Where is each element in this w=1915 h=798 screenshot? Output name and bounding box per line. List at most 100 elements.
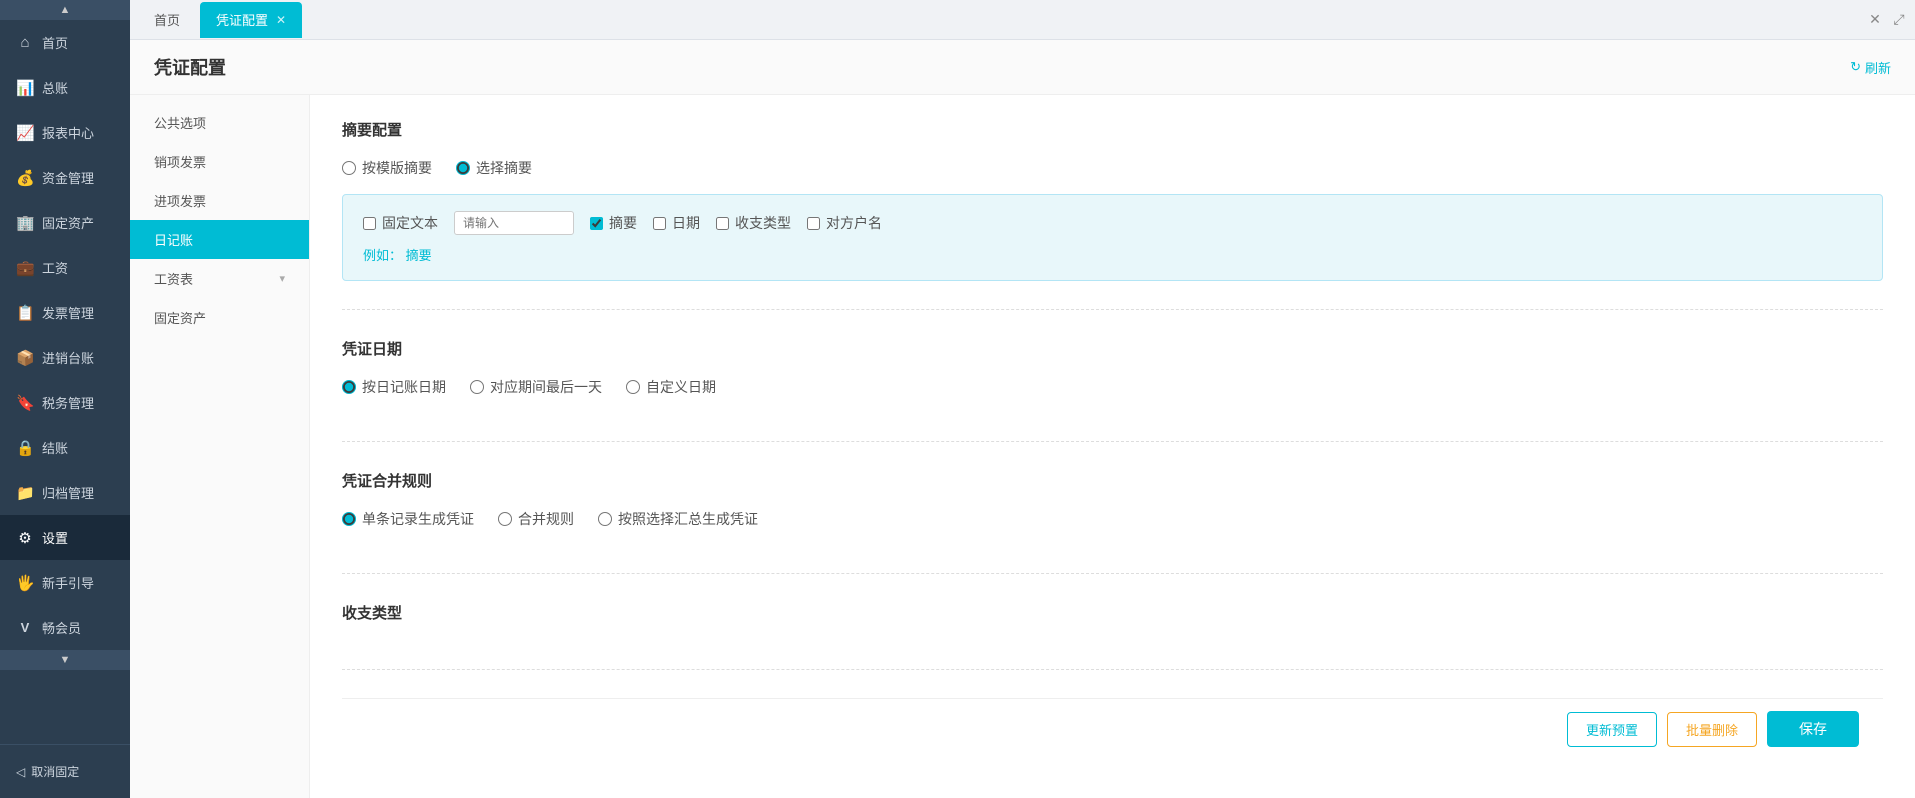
cb-counterparty[interactable] (807, 217, 820, 230)
cb-abstract[interactable] (590, 217, 603, 230)
nav-item-payroll-table[interactable]: 工资表 ▾ (130, 259, 309, 298)
sidebar-item-member[interactable]: V 畅会员 (0, 605, 130, 650)
sidebar-item-archive[interactable]: 📁 归档管理 (0, 470, 130, 515)
tabbar: 首页 凭证配置 ✕ ✕ ⤢ (130, 0, 1915, 40)
sidebar-item-label: 畅会员 (42, 618, 81, 637)
cb-counterparty-text: 对方户名 (826, 213, 882, 233)
example-text: 例如： 摘要 (363, 245, 1862, 264)
layout: 公共选项 销项发票 进项发票 日记账 工资表 ▾ 固定资产 (130, 95, 1915, 798)
radio-last-day[interactable] (470, 380, 484, 394)
sidebar-item-label: 税务管理 (42, 393, 94, 412)
guide-icon: 🖐 (16, 574, 34, 592)
example-label: 例如： (363, 248, 402, 263)
tax-icon: 🔖 (16, 394, 34, 412)
sidebar-item-settings[interactable]: ⚙ 设置 (0, 515, 130, 560)
cb-abstract-text: 摘要 (609, 213, 637, 233)
radio-journal-date[interactable] (342, 380, 356, 394)
cb-date[interactable] (653, 217, 666, 230)
summary-checkbox-row: 固定文本 摘要 日期 (363, 211, 1862, 235)
sidebar-item-label: 资金管理 (42, 168, 94, 187)
nav-item-label: 日记账 (154, 230, 193, 249)
content-area: 凭证配置 ↻ 刷新 公共选项 销项发票 进项发票 日记账 (130, 40, 1915, 798)
date-section: 凭证日期 按日记账日期 对应期间最后一天 自定义日期 (342, 338, 1883, 442)
sidebar-item-assets[interactable]: 🏢 固定资产 (0, 200, 130, 245)
summary-radio-group: 按模版摘要 选择摘要 (342, 158, 1883, 178)
sidebar-item-home[interactable]: ⌂ 首页 (0, 20, 130, 65)
radio-template-text: 按模版摘要 (362, 158, 432, 178)
nav-item-purchase-invoice[interactable]: 进项发票 (130, 181, 309, 220)
expand-window-btn[interactable]: ⤢ (1891, 12, 1907, 28)
sidebar-item-invoice[interactable]: 📋 发票管理 (0, 290, 130, 335)
refresh-button[interactable]: ↻ 刷新 (1850, 58, 1891, 77)
sidebar-item-label: 首页 (42, 33, 68, 52)
radio-select-label[interactable]: 选择摘要 (456, 158, 532, 178)
radio-single-text: 单条记录生成凭证 (362, 509, 474, 529)
home-icon: ⌂ (16, 34, 34, 51)
nav-item-sales-invoice[interactable]: 销项发票 (130, 142, 309, 181)
radio-last-day-label[interactable]: 对应期间最后一天 (470, 377, 602, 397)
radio-single-label[interactable]: 单条记录生成凭证 (342, 509, 474, 529)
nav-item-label: 固定资产 (154, 308, 206, 327)
cb-date-label[interactable]: 日期 (653, 213, 700, 233)
refresh-label: 刷新 (1865, 58, 1891, 77)
radio-merge-rule[interactable] (498, 512, 512, 526)
sidebar-item-ledger[interactable]: 📊 总账 (0, 65, 130, 110)
cb-abstract-label[interactable]: 摘要 (590, 213, 637, 233)
cb-fixed-text[interactable] (363, 217, 376, 230)
close-window-btn[interactable]: ✕ (1867, 12, 1883, 28)
cb-payment-type-text: 收支类型 (735, 213, 791, 233)
radio-journal-date-text: 按日记账日期 (362, 377, 446, 397)
update-preview-button[interactable]: 更新预置 (1567, 712, 1657, 747)
nav-item-fixed-assets[interactable]: 固定资产 (130, 298, 309, 337)
radio-select-merge-text: 按照选择汇总生成凭证 (618, 509, 758, 529)
bottom-actions: 更新预置 批量删除 保存 (342, 698, 1883, 759)
sidebar-item-payroll[interactable]: 💼 工资 (0, 245, 130, 290)
fixed-text-input[interactable] (454, 211, 574, 235)
tab-close-btn[interactable]: ✕ (276, 13, 286, 27)
left-nav: 公共选项 销项发票 进项发票 日记账 工资表 ▾ 固定资产 (130, 95, 310, 798)
sidebar-item-tax[interactable]: 🔖 税务管理 (0, 380, 130, 425)
nav-item-public[interactable]: 公共选项 (130, 103, 309, 142)
cb-date-text: 日期 (672, 213, 700, 233)
right-panel: 摘要配置 按模版摘要 选择摘要 (310, 95, 1915, 798)
scroll-down-btn[interactable]: ▼ (0, 650, 130, 670)
unpin-button[interactable]: ◁ 取消固定 (0, 753, 130, 790)
summary-section: 摘要配置 按模版摘要 选择摘要 (342, 119, 1883, 310)
nav-item-label: 进项发票 (154, 191, 206, 210)
cb-payment-type-label[interactable]: 收支类型 (716, 213, 791, 233)
funds-icon: 💰 (16, 169, 34, 187)
tab-home[interactable]: 首页 (138, 2, 196, 38)
sidebar-item-guide[interactable]: 🖐 新手引导 (0, 560, 130, 605)
reports-icon: 📈 (16, 124, 34, 142)
scroll-up-btn[interactable]: ▲ (0, 0, 130, 20)
tab-voucher-config[interactable]: 凭证配置 ✕ (200, 2, 302, 38)
sidebar-item-label: 归档管理 (42, 483, 94, 502)
radio-template-label[interactable]: 按模版摘要 (342, 158, 432, 178)
sidebar-item-label: 总账 (42, 78, 68, 97)
sidebar-item-reports[interactable]: 📈 报表中心 (0, 110, 130, 155)
cb-payment-type[interactable] (716, 217, 729, 230)
radio-custom-label[interactable]: 自定义日期 (626, 377, 716, 397)
sidebar-item-inout[interactable]: 📦 进销台账 (0, 335, 130, 380)
radio-journal-date-label[interactable]: 按日记账日期 (342, 377, 446, 397)
cb-counterparty-label[interactable]: 对方户名 (807, 213, 882, 233)
sidebar-item-funds[interactable]: 💰 资金管理 (0, 155, 130, 200)
income-type-title: 收支类型 (342, 602, 1883, 623)
radio-single[interactable] (342, 512, 356, 526)
save-button[interactable]: 保存 (1767, 711, 1859, 747)
radio-select[interactable] (456, 161, 470, 175)
settings-icon: ⚙ (16, 529, 34, 547)
batch-delete-button[interactable]: 批量删除 (1667, 712, 1757, 747)
radio-select-merge-label[interactable]: 按照选择汇总生成凭证 (598, 509, 758, 529)
nav-item-journal[interactable]: 日记账 (130, 220, 309, 259)
radio-template[interactable] (342, 161, 356, 175)
sidebar-nav: ▲ ⌂ 首页 📊 总账 📈 报表中心 💰 资金管理 🏢 固定资产 💼 工资 📋 … (0, 0, 130, 744)
sidebar-item-label: 设置 (42, 528, 68, 547)
radio-select-merge[interactable] (598, 512, 612, 526)
nav-item-label: 工资表 (154, 269, 193, 288)
sidebar-item-closing[interactable]: 🔒 结账 (0, 425, 130, 470)
radio-merge-rule-label[interactable]: 合并规则 (498, 509, 574, 529)
assets-icon: 🏢 (16, 214, 34, 232)
cb-fixed-text-label[interactable]: 固定文本 (363, 213, 438, 233)
radio-custom[interactable] (626, 380, 640, 394)
